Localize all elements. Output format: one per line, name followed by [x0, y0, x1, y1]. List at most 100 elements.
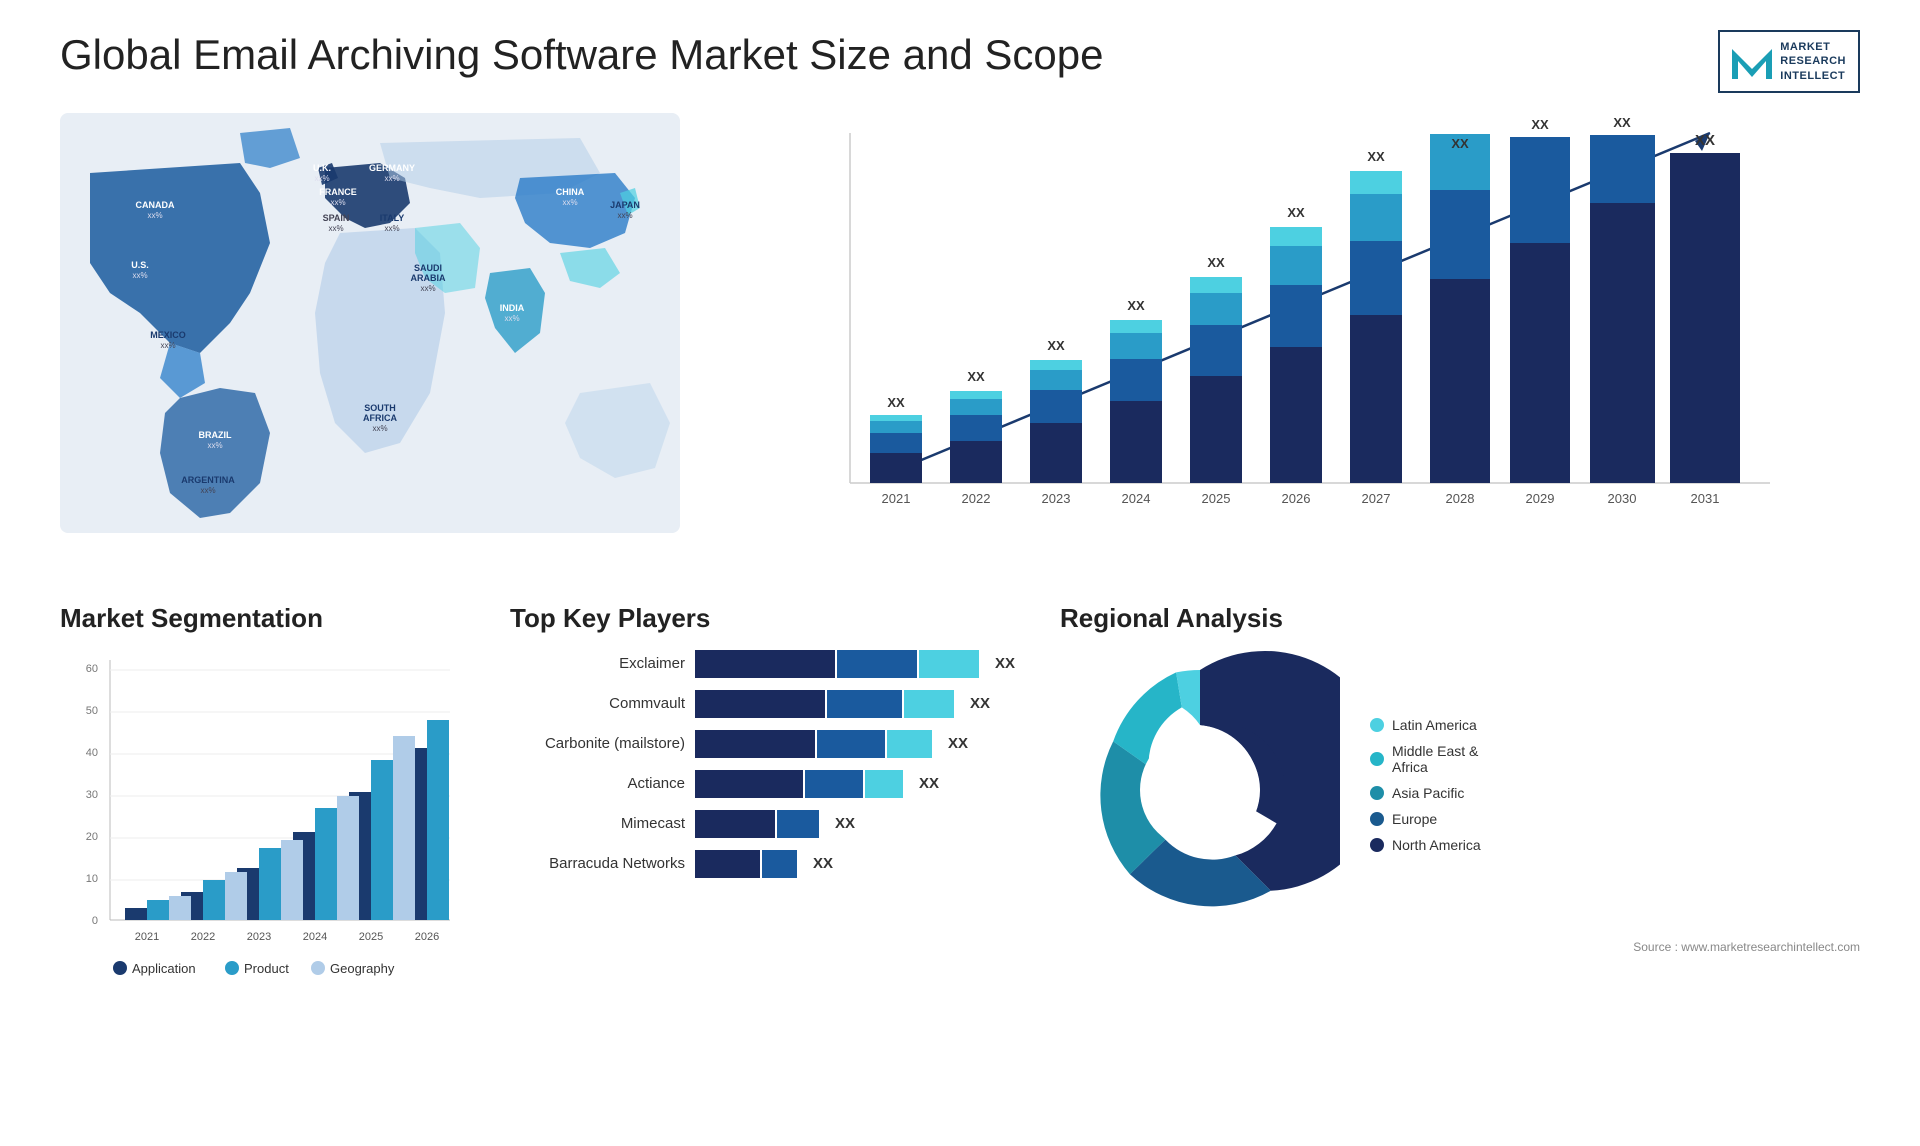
bar-2021-seg1 [870, 453, 922, 483]
bar-2028-year: 2028 [1446, 491, 1475, 506]
bar-2023-year: 2023 [1042, 491, 1071, 506]
player-val-actiance: XX [919, 775, 939, 792]
seg-prod-2026 [427, 720, 449, 920]
map-label-argentina: ARGENTINA [181, 475, 235, 485]
donut-container: Latin America Middle East &Africa Asia P… [1060, 650, 1860, 930]
players-title: Top Key Players [510, 603, 1030, 634]
map-label-brazil: BRAZIL [199, 430, 232, 440]
segmentation-title: Market Segmentation [60, 603, 480, 634]
legend-prod-label: Product [244, 961, 289, 976]
player-row-mimecast: Mimecast XX [510, 810, 1030, 838]
seg-geo-2021 [169, 896, 191, 920]
bar-seg2 [777, 810, 819, 838]
map-label-saudi: SAUDI [414, 263, 442, 273]
bar-2029-seg1 [1510, 243, 1570, 483]
map-label-uk: U.K. [313, 163, 331, 173]
bar-seg3 [865, 770, 903, 798]
seg-geo-2025 [393, 736, 415, 920]
regional-legend: Latin America Middle East &Africa Asia P… [1370, 717, 1481, 863]
player-bar-mimecast [695, 810, 819, 838]
svg-text:xx%: xx% [372, 424, 387, 433]
bar-2028-seg2 [1430, 190, 1490, 279]
bar-2030-year: 2030 [1608, 491, 1637, 506]
legend-na-label: North America [1392, 837, 1481, 853]
svg-text:2026: 2026 [415, 931, 439, 943]
bar-2027-seg4 [1350, 171, 1402, 194]
bar-seg1 [695, 810, 775, 838]
bar-seg3 [887, 730, 932, 758]
legend-europe-label: Europe [1392, 811, 1437, 827]
svg-text:xx%: xx% [384, 174, 399, 183]
bar-2023-seg1 [1030, 423, 1082, 483]
map-label-mexico: MEXICO [150, 330, 186, 340]
legend-europe-dot [1370, 812, 1384, 826]
player-row-carbonite: Carbonite (mailstore) XX [510, 730, 1030, 758]
seg-prod-2022 [203, 880, 225, 920]
bar-2030-seg1 [1590, 203, 1655, 483]
svg-text:50: 50 [86, 705, 98, 717]
bar-2026-year: 2026 [1282, 491, 1311, 506]
svg-text:xx%: xx% [207, 441, 222, 450]
bar-seg2 [827, 690, 902, 718]
bar-2025-seg3 [1190, 293, 1242, 325]
svg-text:30: 30 [86, 789, 98, 801]
bar-2024-seg1 [1110, 401, 1162, 483]
svg-text:10: 10 [86, 873, 98, 885]
bar-2021-seg4 [870, 415, 922, 421]
donut-center [1140, 730, 1260, 850]
svg-text:xx%: xx% [330, 198, 345, 207]
seg-geo-2022 [225, 872, 247, 920]
bar-2031-seg1 [1670, 153, 1740, 483]
map-label-india: INDIA [500, 303, 525, 313]
bar-2027-seg3 [1350, 194, 1402, 241]
page-title: Global Email Archiving Software Market S… [60, 30, 1104, 80]
bar-2024-year: 2024 [1122, 491, 1151, 506]
regional-title: Regional Analysis [1060, 603, 1860, 634]
bar-2026-label: XX [1287, 205, 1305, 220]
bar-2022-year: 2022 [962, 491, 991, 506]
bar-seg3 [904, 690, 954, 718]
svg-text:ARABIA: ARABIA [411, 273, 446, 283]
bar-2029-label: XX [1531, 117, 1549, 132]
player-name-carbonite: Carbonite (mailstore) [510, 735, 685, 752]
map-label-china: CHINA [556, 187, 585, 197]
legend-mea-dot [1370, 752, 1384, 766]
seg-prod-2021 [147, 900, 169, 920]
bar-2027-year: 2027 [1362, 491, 1391, 506]
map-label-france: FRANCE [319, 187, 357, 197]
player-val-exclaimer: XX [995, 655, 1015, 672]
bar-2030-label: XX [1613, 115, 1631, 130]
bar-2023-label: XX [1047, 338, 1065, 353]
svg-text:40: 40 [86, 747, 98, 759]
svg-text:2022: 2022 [191, 931, 215, 943]
seg-app-2021 [125, 908, 147, 920]
bar-seg3 [919, 650, 979, 678]
bar-seg1 [695, 730, 815, 758]
map-label-japan: JAPAN [610, 200, 640, 210]
seg-prod-2025 [371, 760, 393, 920]
legend-latam-label: Latin America [1392, 717, 1477, 733]
map-label-us: U.S. [131, 260, 149, 270]
bar-seg2 [837, 650, 917, 678]
bar-seg2 [805, 770, 863, 798]
legend-europe: Europe [1370, 811, 1481, 827]
legend-prod-icon [225, 961, 239, 975]
bar-2023-seg2 [1030, 390, 1082, 423]
legend-apac: Asia Pacific [1370, 785, 1481, 801]
page-container: Global Email Archiving Software Market S… [0, 0, 1920, 1146]
bar-2024-seg3 [1110, 333, 1162, 359]
bar-2027-label: XX [1367, 149, 1385, 164]
bar-2024-label: XX [1127, 298, 1145, 313]
svg-text:xx%: xx% [147, 211, 162, 220]
bar-seg1 [695, 850, 760, 878]
donut-chart [1060, 650, 1340, 930]
players-section: Top Key Players Exclaimer XX Commvault [510, 603, 1030, 1083]
legend-latam-dot [1370, 718, 1384, 732]
bar-2022-seg1 [950, 441, 1002, 483]
legend-na: North America [1370, 837, 1481, 853]
bar-chart: XX 2021 XX 2022 XX 2023 [720, 113, 1860, 543]
bar-2031-year: 2031 [1691, 491, 1720, 506]
bar-2026-seg4 [1270, 227, 1322, 246]
source-text: Source : www.marketresearchintellect.com [1060, 940, 1860, 954]
map-section: CANADA xx% U.S. xx% MEXICO xx% BRAZIL xx… [60, 113, 680, 573]
